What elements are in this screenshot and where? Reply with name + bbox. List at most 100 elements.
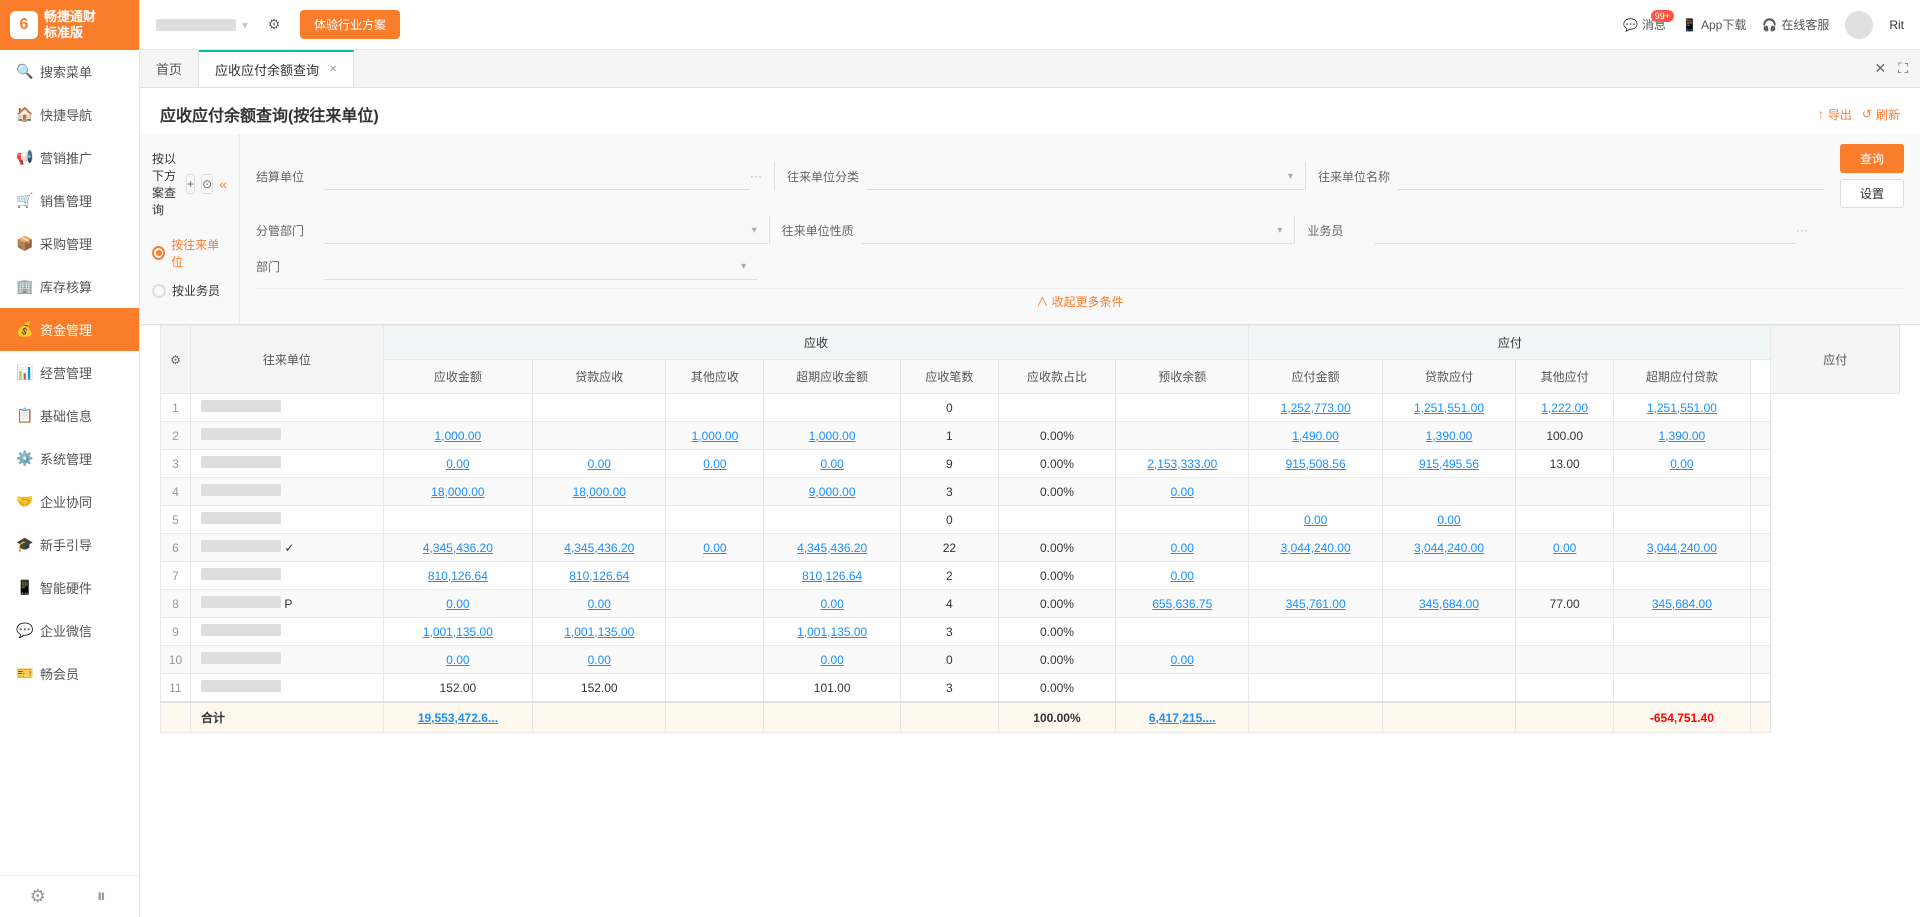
scheme-by-staff[interactable]: 按业务员 (140, 276, 239, 305)
ar-ratio-cell (998, 506, 1115, 534)
user-avatar[interactable] (1845, 11, 1873, 39)
tab-close-icon[interactable]: ✕ (329, 64, 337, 75)
table-cell (1614, 618, 1750, 646)
unit-name-cell: P (191, 590, 384, 618)
sidebar-item-purchase[interactable]: 📦 采购管理 (0, 222, 139, 265)
sidebar-item-system[interactable]: ⚙️ 系统管理 (0, 437, 139, 480)
sidebar-item-wechat[interactable]: 💬 企业微信 (0, 609, 139, 652)
filter-settings-icon[interactable]: ⊙ (201, 174, 213, 194)
app-download-link[interactable]: 📱 App下载 (1682, 16, 1746, 33)
filter-label: 按以下方案查询 (152, 150, 180, 218)
refresh-icon: ↺ (1862, 107, 1872, 121)
footer-ar-loan (533, 702, 666, 733)
warehouse-icon: 🏢 (16, 278, 32, 295)
refresh-button[interactable]: ↺ 刷新 (1862, 106, 1900, 123)
sidebar-item-label: 库存核算 (40, 277, 92, 296)
row-number: 4 (161, 478, 191, 506)
row-number: 1 (161, 394, 191, 422)
breadcrumb: ▾ (156, 18, 248, 32)
table-cell (1249, 674, 1382, 703)
setting-button[interactable]: 设置 (1840, 179, 1904, 208)
settlement-unit-input[interactable] (324, 162, 750, 190)
table-cell: 0.00 (533, 590, 666, 618)
table-row: 500.000.00 (161, 506, 1900, 534)
sidebar-item-label: 经营管理 (40, 363, 92, 382)
ap-extra-cell (1750, 562, 1771, 590)
unit-name-cell: ✓ (191, 534, 384, 562)
ap-extra-cell (1750, 478, 1771, 506)
sidebar-item-hardware[interactable]: 📱 智能硬件 (0, 566, 139, 609)
sidebar-item-search[interactable]: 🔍 搜索菜单 (0, 50, 139, 93)
th-ap-extra: 应付 (1771, 326, 1900, 394)
table-cell: 1,001,135.00 (383, 618, 532, 646)
unit-name-input[interactable] (1398, 162, 1824, 190)
topbar-gear-icon[interactable]: ⚙ (260, 11, 288, 39)
table-cell (1614, 562, 1750, 590)
sidebar-item-label: 采购管理 (40, 234, 92, 253)
filter-add-icon[interactable]: + (186, 174, 195, 194)
sidebar-item-guide[interactable]: 🎓 新手引导 (0, 523, 139, 566)
sidebar-item-member[interactable]: 🎫 畅会员 (0, 652, 139, 695)
sidebar-item-inventory[interactable]: 🏢 库存核算 (0, 265, 139, 308)
sidebar-item-finance[interactable]: 💰 资金管理 (0, 308, 139, 351)
sidebar-item-basic[interactable]: 📋 基础信息 (0, 394, 139, 437)
sidebar-item-operation[interactable]: 📊 经营管理 (0, 351, 139, 394)
table-cell: 1,490.00 (1249, 422, 1382, 450)
settlement-unit-more-icon[interactable]: ··· (750, 169, 762, 183)
plan-button[interactable]: 体验行业方案 (300, 10, 400, 39)
table-row: 30.000.000.000.0090.00%2,153,333.00915,5… (161, 450, 1900, 478)
scheme-panel: 按往来单位 按业务员 (140, 222, 239, 313)
sidebar-item-marketing[interactable]: 📢 营销推广 (0, 136, 139, 179)
table-row: 8 P0.000.000.0040.00%655,636.75345,761.0… (161, 590, 1900, 618)
member-icon: 🎫 (16, 665, 32, 682)
query-button[interactable]: 查询 (1840, 144, 1904, 173)
footer-ap-overdue: -654,751.40 (1614, 702, 1750, 733)
tab-expand-btn[interactable]: ⛶ (1898, 60, 1908, 77)
ar-ratio-cell: 0.00% (998, 450, 1115, 478)
table-cell: 18,000.00 (383, 478, 532, 506)
messages-badge[interactable]: 💬 消息 99+ (1623, 16, 1666, 33)
tab-ar-balance[interactable]: 应收应付余额查询 ✕ (199, 50, 354, 87)
salesperson-input[interactable] (1375, 216, 1796, 244)
table-cell: 0.00 (1116, 478, 1249, 506)
gear-icon: ⚙️ (16, 450, 32, 467)
supervise-dept-select[interactable] (324, 216, 768, 244)
scheme-by-unit[interactable]: 按往来单位 (140, 230, 239, 276)
supervise-dept-label: 分管部门 (256, 222, 316, 239)
data-table: ⚙ 往来单位 应收 应付 应付 应收金额 贷款应收 其他应收 超期应收金额 应收… (160, 325, 1900, 733)
salesperson-more-icon[interactable]: ··· (1796, 223, 1808, 237)
collapse-sidebar-icon[interactable]: ⏸ (74, 886, 130, 907)
settings-bottom-icon[interactable]: ⚙ (10, 886, 66, 907)
row-number: 5 (161, 506, 191, 534)
sidebar-item-label: 营销推广 (40, 148, 92, 167)
tab-home[interactable]: 首页 (140, 50, 199, 87)
tab-close-btn[interactable]: ✕ (1874, 60, 1886, 77)
export-button[interactable]: ↑ 导出 (1818, 106, 1852, 123)
ap-extra-cell (1750, 422, 1771, 450)
sidebar-item-enterprise[interactable]: 🤝 企业协同 (0, 480, 139, 523)
table-cell (1382, 562, 1515, 590)
unit-category-select[interactable] (867, 162, 1304, 190)
collapse-more-btn[interactable]: ∧ 收起更多条件 (256, 288, 1904, 314)
filter-department: 部门 ▾ (256, 252, 746, 280)
sidebar-item-sales[interactable]: 🛒 销售管理 (0, 179, 139, 222)
footer-ap-amount (1249, 702, 1382, 733)
table-cell: 100.00 (1516, 422, 1614, 450)
table-cell: 810,126.64 (383, 562, 532, 590)
unit-nature-select[interactable] (862, 216, 1294, 244)
sidebar-item-quicknav[interactable]: 🏠 快捷导航 (0, 93, 139, 136)
table-cell (1516, 478, 1614, 506)
table-cell: 0.00 (533, 646, 666, 674)
department-select[interactable] (324, 252, 757, 280)
table-cell (764, 506, 900, 534)
th-settings[interactable]: ⚙ (161, 326, 191, 394)
unit-nature-label: 往来单位性质 (782, 222, 854, 239)
table-cell: 0.00 (1116, 646, 1249, 674)
customer-service-link[interactable]: 🎧 在线客服 (1762, 16, 1829, 33)
sidebar-item-label: 销售管理 (40, 191, 92, 210)
scheme-collapse-icon[interactable]: « (219, 176, 227, 192)
table-cell (533, 506, 666, 534)
filter-divider-2 (1305, 162, 1306, 190)
wechat-icon: 💬 (16, 622, 32, 639)
table-cell (533, 394, 666, 422)
